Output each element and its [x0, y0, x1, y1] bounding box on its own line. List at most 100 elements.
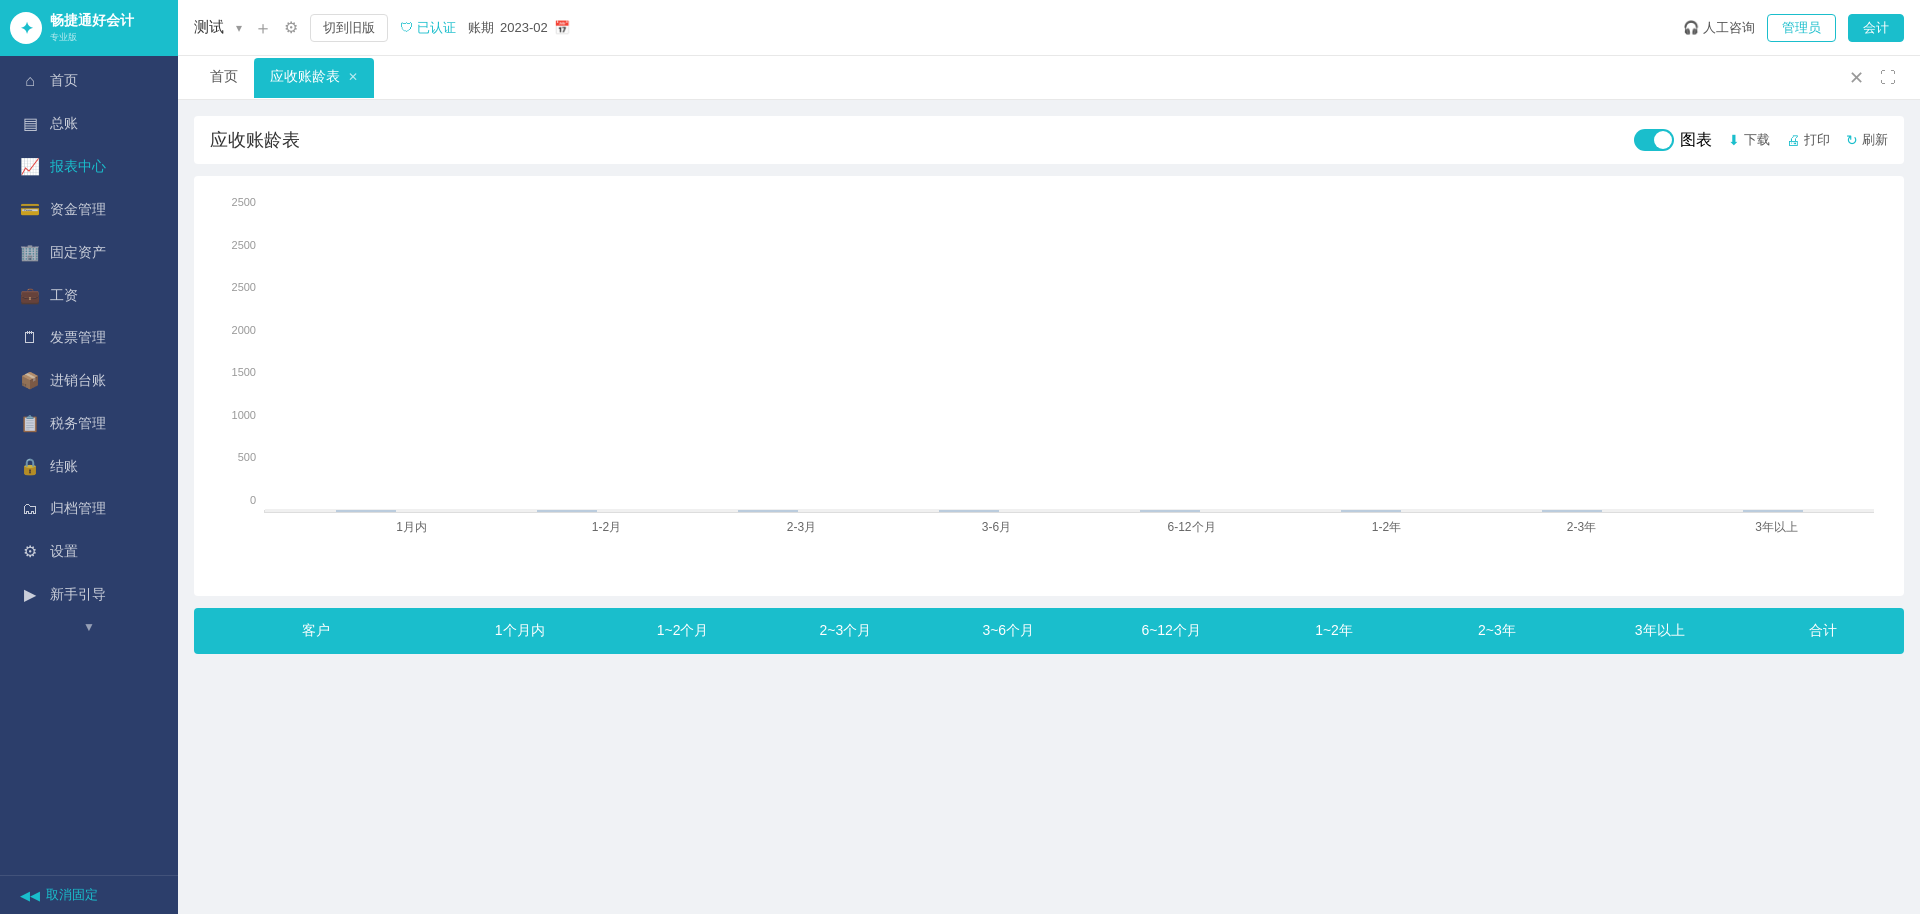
sidebar-scroll-down[interactable]: ▼ — [0, 616, 178, 638]
th-2-3month: 2~3个月 — [764, 622, 927, 640]
table-header: 客户 1个月内 1~2个月 2~3个月 3~6个月 6~12个月 1~2年 2~… — [194, 608, 1904, 654]
download-icon: ⬇ — [1728, 132, 1740, 148]
toggle-knob — [1654, 131, 1672, 149]
bar-group-6-12month — [1070, 510, 1271, 512]
add-project-button[interactable]: ＋ — [254, 19, 272, 37]
calendar-icon[interactable]: 📅 — [554, 20, 570, 35]
app-name: 畅捷通好会计 — [50, 12, 134, 29]
sidebar-label-invoice: 发票管理 — [50, 329, 106, 347]
bar-group-1-2month — [466, 510, 667, 512]
y-label-2500-2: 2500 — [232, 239, 256, 251]
y-label-1500: 1500 — [232, 366, 256, 378]
th-1-2month: 1~2个月 — [601, 622, 764, 640]
refresh-label: 刷新 — [1862, 131, 1888, 149]
settings-button[interactable]: ⚙ — [284, 18, 298, 37]
project-dropdown-icon[interactable]: ▾ — [236, 21, 242, 35]
sidebar-item-tax[interactable]: 📋 税务管理 — [0, 402, 178, 445]
user-button[interactable]: 管理员 — [1767, 14, 1836, 42]
app-name-block: 畅捷通好会计 专业版 — [50, 12, 134, 44]
guide-icon: ▶ — [20, 585, 40, 604]
chart-toggle-label: 图表 — [1680, 130, 1712, 151]
tab-close-icon[interactable]: ✕ — [348, 70, 358, 84]
certified-badge: 🛡 已认证 — [400, 19, 456, 37]
sidebar-item-invoice[interactable]: 🗒 发票管理 — [0, 317, 178, 359]
sidebar-item-funds[interactable]: 💳 资金管理 — [0, 188, 178, 231]
app-edition: 专业版 — [50, 31, 134, 44]
sidebar-item-salary[interactable]: 💼 工资 — [0, 274, 178, 317]
switch-old-button[interactable]: 切到旧版 — [310, 14, 388, 42]
x-label-2-3year: 2-3年 — [1484, 519, 1679, 536]
sidebar-item-home[interactable]: ⌂ 首页 — [0, 60, 178, 102]
role-button[interactable]: 会计 — [1848, 14, 1904, 42]
download-button[interactable]: ⬇ 下载 — [1728, 131, 1770, 149]
th-2-3year: 2~3年 — [1415, 622, 1578, 640]
sidebar-label-inventory: 进销台账 — [50, 372, 106, 390]
y-label-0: 0 — [250, 494, 256, 506]
y-label-2500-top: 2500 — [232, 196, 256, 208]
unpin-button[interactable]: ◀◀ 取消固定 — [0, 875, 178, 914]
sidebar-label-salary: 工资 — [50, 287, 78, 305]
chart-toggle: 图表 — [1634, 129, 1712, 151]
project-name: 测试 — [194, 18, 224, 37]
th-total: 合计 — [1741, 622, 1904, 640]
refresh-icon: ↻ — [1846, 132, 1858, 148]
sidebar-logo: ✦ 畅捷通好会计 专业版 — [0, 0, 178, 56]
page-actions: 图表 ⬇ 下载 🖨 打印 ↻ 刷新 — [1634, 129, 1888, 151]
sidebar-item-inventory[interactable]: 📦 进销台账 — [0, 359, 178, 402]
bar-1month[interactable] — [336, 510, 396, 512]
expand-button[interactable]: ⛶ — [1872, 69, 1904, 87]
download-label: 下载 — [1744, 131, 1770, 149]
th-customer: 客户 — [194, 622, 438, 640]
content-area: 应收账龄表 图表 ⬇ 下载 🖨 打印 ↻ 刷新 — [178, 100, 1920, 914]
chart-body: 1月内 1-2月 2-3月 3-6月 6-12个月 1-2年 2-3年 3年以上 — [264, 510, 1874, 536]
tax-icon: 📋 — [20, 414, 40, 433]
y-label-2000: 2000 — [232, 324, 256, 336]
assets-icon: 🏢 — [20, 243, 40, 262]
chart-toggle-switch[interactable] — [1634, 129, 1674, 151]
y-label-1000: 1000 — [232, 409, 256, 421]
x-label-3yearplus: 3年以上 — [1679, 519, 1874, 536]
sidebar-item-ledger[interactable]: ▤ 总账 — [0, 102, 178, 145]
chart-x-labels: 1月内 1-2月 2-3月 3-6月 6-12个月 1-2年 2-3年 3年以上 — [264, 519, 1874, 536]
bar-group-3yearplus — [1673, 510, 1874, 512]
main-area: 测试 ▾ ＋ ⚙ 切到旧版 🛡 已认证 账期 2023-02 📅 🎧 人工咨询 … — [178, 0, 1920, 914]
sidebar-label-ledger: 总账 — [50, 115, 78, 133]
bar-1-2month[interactable] — [537, 510, 597, 512]
x-label-3-6month: 3-6月 — [899, 519, 1094, 536]
bar-2-3month[interactable] — [738, 510, 798, 512]
app-logo-icon: ✦ — [10, 12, 42, 44]
bar-1-2year[interactable] — [1341, 510, 1401, 512]
chart-container: 2500 2500 2500 2000 1500 1000 500 0 — [194, 176, 1904, 596]
th-3-6month: 3~6个月 — [927, 622, 1090, 640]
tab-receivable-aging[interactable]: 应收账龄表 ✕ — [254, 58, 374, 98]
tab-home[interactable]: 首页 — [194, 58, 254, 98]
sidebar-item-assets[interactable]: 🏢 固定资产 — [0, 231, 178, 274]
page-title: 应收账龄表 — [210, 128, 300, 152]
bar-3-6month[interactable] — [939, 510, 999, 512]
close-accounts-icon: 🔒 — [20, 457, 40, 476]
sidebar-item-guide[interactable]: ▶ 新手引导 — [0, 573, 178, 616]
table-container: 客户 1个月内 1~2个月 2~3个月 3~6个月 6~12个月 1~2年 2~… — [194, 608, 1904, 654]
settings-icon: ⚙ — [20, 542, 40, 561]
print-button[interactable]: 🖨 打印 — [1786, 131, 1830, 149]
sidebar-item-archive[interactable]: 🗂 归档管理 — [0, 488, 178, 530]
bar-2-3year[interactable] — [1542, 510, 1602, 512]
archive-icon: 🗂 — [20, 500, 40, 518]
unpin-icon: ◀◀ — [20, 888, 40, 903]
bar-3yearplus[interactable] — [1743, 510, 1803, 512]
bar-6-12month[interactable] — [1140, 510, 1200, 512]
period-value: 2023-02 — [500, 20, 548, 35]
x-label-2-3month: 2-3月 — [704, 519, 899, 536]
close-tab-button[interactable]: ✕ — [1841, 67, 1872, 89]
bar-group-1month — [265, 510, 466, 512]
bar-group-1-2year — [1271, 510, 1472, 512]
th-6-12month: 6~12个月 — [1090, 622, 1253, 640]
sidebar-label-assets: 固定资产 — [50, 244, 106, 262]
sidebar-item-close-accounts[interactable]: 🔒 结账 — [0, 445, 178, 488]
refresh-button[interactable]: ↻ 刷新 — [1846, 131, 1888, 149]
period-label: 账期 — [468, 19, 494, 37]
sidebar-item-settings[interactable]: ⚙ 设置 — [0, 530, 178, 573]
tab-current-label: 应收账龄表 — [270, 68, 340, 86]
sidebar-item-reports[interactable]: 📈 报表中心 — [0, 145, 178, 188]
support-button[interactable]: 🎧 人工咨询 — [1683, 19, 1755, 37]
